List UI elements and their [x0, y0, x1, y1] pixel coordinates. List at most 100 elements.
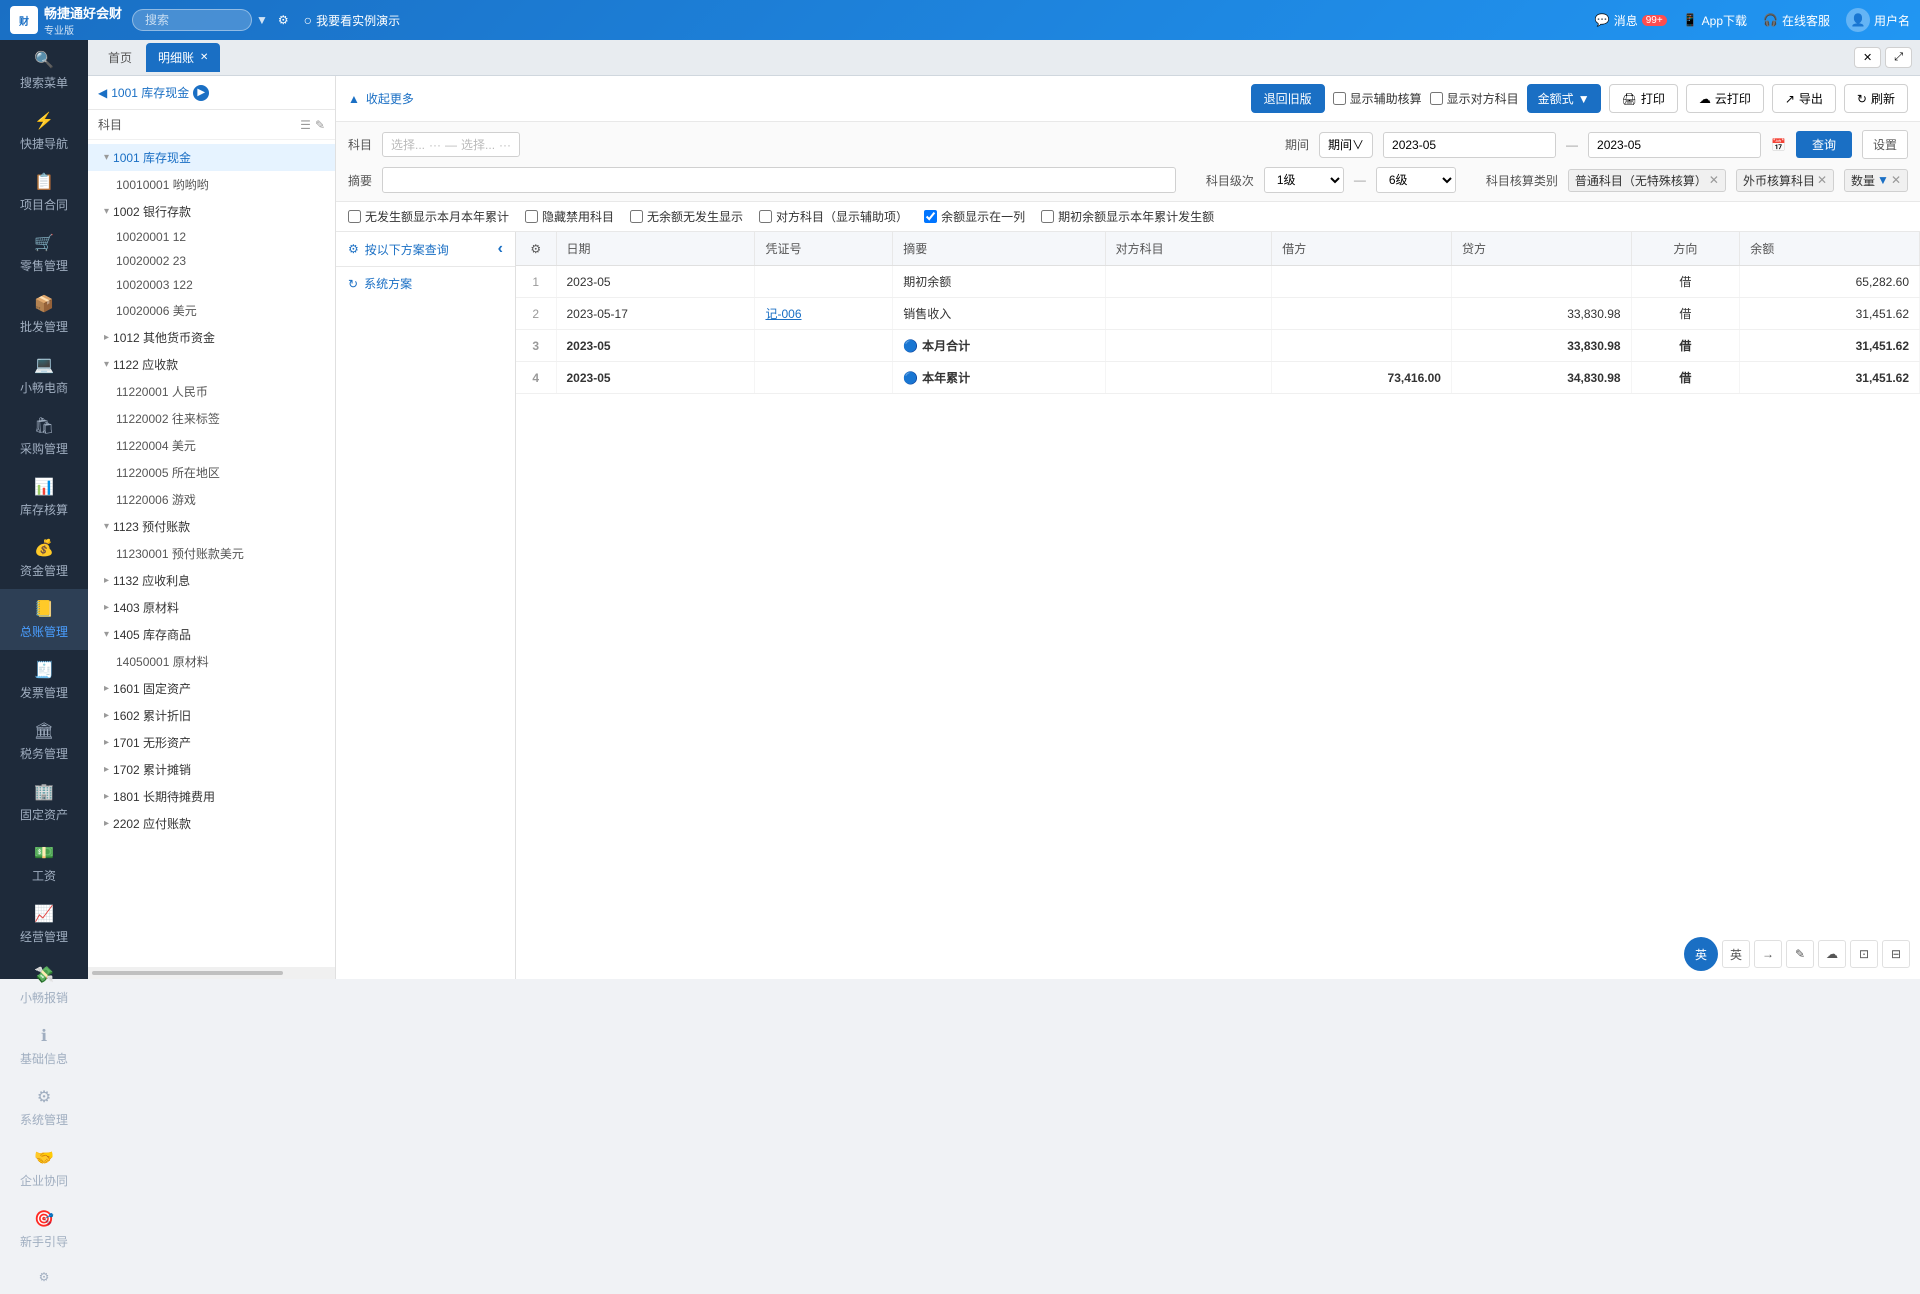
subject-input-field[interactable]: 选择... ··· — 选择... ··· [382, 132, 520, 157]
sidebar-item-operations[interactable]: 📈 经营管理 [0, 894, 88, 955]
tab-ledger-detail[interactable]: 明细账 ✕ [146, 43, 220, 72]
system-plan-item[interactable]: ↻ 系统方案 [336, 267, 515, 300]
grid-float-button[interactable]: ⊡ [1850, 940, 1878, 968]
chat-float-button[interactable]: 英 [1684, 937, 1718, 971]
period-calendar-icon[interactable]: 📅 [1771, 138, 1786, 152]
topbar-settings-icon[interactable]: ⚙ [278, 13, 289, 27]
sidebar-settings-button[interactable]: ⚙ [0, 1260, 88, 1294]
user-menu[interactable]: 👤 用户名 [1846, 8, 1910, 32]
summary-input[interactable] [382, 167, 1176, 193]
tree-item-1601[interactable]: ▸ 1601 固定资产 [88, 675, 335, 702]
tab-home[interactable]: 首页 [96, 43, 144, 72]
online-service-button[interactable]: 🎧 在线客服 [1763, 12, 1830, 29]
opposite-subject-checkbox[interactable]: 对方科目（显示辅助项） [759, 208, 908, 225]
cloud-float-button[interactable]: ☁ [1818, 940, 1846, 968]
tree-item-1405[interactable]: ▾ 1405 库存商品 [88, 621, 335, 648]
tree-item-10020001[interactable]: 10020001 12 [88, 225, 335, 249]
demo-link[interactable]: ○ 我要看实例演示 [304, 12, 400, 29]
tree-item-1122[interactable]: ▾ 1122 应收款 [88, 351, 335, 378]
list-view-icon[interactable]: ☰ [300, 118, 311, 132]
tree-item-11230001[interactable]: 11230001 预付账款美元 [88, 540, 335, 567]
search-dropdown-icon[interactable]: ▼ [256, 13, 268, 27]
quantity-dropdown-icon[interactable]: ▼ [1877, 173, 1889, 187]
sidebar-item-expense[interactable]: 💸 小畅报销 [0, 955, 88, 1016]
col-settings[interactable]: ⚙ [516, 232, 556, 266]
sidebar-item-inventory[interactable]: 📊 库存核算 [0, 467, 88, 528]
tree-item-1123[interactable]: ▾ 1123 预付账款 [88, 513, 335, 540]
tree-item-1403[interactable]: ▸ 1403 原材料 [88, 594, 335, 621]
tree-item-1132[interactable]: ▸ 1132 应收利息 [88, 567, 335, 594]
hide-disabled-checkbox[interactable]: 隐藏禁用科目 [525, 208, 614, 225]
tag-normal-subject[interactable]: 普通科目（无特殊核算） ✕ [1568, 169, 1726, 192]
no-balance-show-checkbox[interactable]: 无余额无发生显示 [630, 208, 743, 225]
account-nav-left-icon[interactable]: ◀ [98, 86, 107, 100]
sidebar-item-project[interactable]: 📋 项目合同 [0, 162, 88, 223]
search-button[interactable]: 查询 [1796, 131, 1852, 158]
app-download-button[interactable]: 📱 App下载 [1683, 12, 1747, 29]
period-end-input[interactable] [1588, 132, 1761, 158]
sidebar-item-salary[interactable]: 💵 工资 [0, 833, 88, 894]
cloud-print-button[interactable]: ☁ 云打印 [1686, 84, 1764, 113]
back-old-version-button[interactable]: 退回旧版 [1251, 84, 1325, 113]
export-button[interactable]: ↗ 导出 [1772, 84, 1836, 113]
tree-item-1001[interactable]: ▾ 1001 库存现金 [88, 144, 335, 171]
window-close-button[interactable]: ✕ [1854, 47, 1881, 68]
sidebar-item-finance[interactable]: 💰 资金管理 [0, 528, 88, 589]
sidebar-item-ecommerce[interactable]: 💻 小畅电商 [0, 345, 88, 406]
tree-item-1602[interactable]: ▸ 1602 累计折旧 [88, 702, 335, 729]
account-nav-right-icon[interactable]: ▶ [193, 85, 209, 101]
tree-item-11220005[interactable]: 11220005 所在地区 [88, 459, 335, 486]
tree-item-11220006[interactable]: 11220006 游戏 [88, 486, 335, 513]
show-aux-checkbox[interactable]: 显示辅助核算 [1333, 90, 1422, 107]
tab-close-icon[interactable]: ✕ [200, 52, 208, 63]
tree-item-1702[interactable]: ▸ 1702 累计摊销 [88, 756, 335, 783]
sidebar-item-cooperation[interactable]: 🤝 企业协同 [0, 1138, 88, 1199]
tree-item-10020003[interactable]: 10020003 122 [88, 273, 335, 297]
tree-item-14050001[interactable]: 14050001 原材料 [88, 648, 335, 675]
tree-item-1801[interactable]: ▸ 1801 长期待摊费用 [88, 783, 335, 810]
tree-item-2202[interactable]: ▸ 2202 应付账款 [88, 810, 335, 837]
expand-more-btn[interactable]: ▲ 收起更多 [348, 90, 414, 107]
sidebar-item-invoice[interactable]: 🧾 发票管理 [0, 650, 88, 711]
sidebar-item-system[interactable]: ⚙ 系统管理 [0, 1077, 88, 1138]
sidebar-item-tax[interactable]: 🏛 税务管理 [0, 711, 88, 772]
sidebar-item-wholesale[interactable]: 📦 批发管理 [0, 284, 88, 345]
tree-scrollbar[interactable] [88, 967, 335, 979]
sidebar-item-ledger[interactable]: 📒 总账管理 [0, 589, 88, 650]
sidebar-item-search[interactable]: 🔍 搜索菜单 [0, 40, 88, 101]
period-type-button[interactable]: 期间∨ [1319, 132, 1373, 158]
tree-item-1012[interactable]: ▸ 1012 其他货币资金 [88, 324, 335, 351]
tree-item-10020002[interactable]: 10020002 23 [88, 249, 335, 273]
edit-view-icon[interactable]: ✎ [315, 118, 325, 132]
sidebar-item-fixed-assets[interactable]: 🏢 固定资产 [0, 772, 88, 833]
period-start-input[interactable] [1383, 132, 1556, 158]
no-balance-checkbox[interactable]: 无发生额显示本月本年累计 [348, 208, 509, 225]
tag2-close-icon[interactable]: ✕ [1817, 173, 1827, 187]
filter-scheme-header[interactable]: ⚙ 按以下方案查询 ‹ [336, 232, 515, 267]
sidebar-item-purchase[interactable]: 🛍 采购管理 [0, 406, 88, 467]
tree-item-11220001[interactable]: 11220001 人民币 [88, 378, 335, 405]
settings-small-button[interactable]: 设置 [1862, 130, 1908, 159]
cell-voucher[interactable]: 记-006 [755, 298, 893, 330]
amount-type-button[interactable]: 金额式 ▼ [1527, 84, 1601, 113]
arrow-button[interactable]: → [1754, 940, 1782, 968]
tree-item-10020006[interactable]: 10020006 美元 [88, 297, 335, 324]
edit-float-button[interactable]: ✎ [1786, 940, 1814, 968]
translate-button[interactable]: 英 [1722, 940, 1750, 968]
minus-float-button[interactable]: ⊟ [1882, 940, 1910, 968]
sidebar-item-guide[interactable]: 🎯 新手引导 [0, 1199, 88, 1260]
tree-item-10010001[interactable]: 10010001 哟哟哟 [88, 171, 335, 198]
window-expand-button[interactable]: ⤢ [1885, 47, 1912, 68]
show-opposite-checkbox[interactable]: 显示对方科目 [1430, 90, 1519, 107]
subject-level-end-select[interactable]: 6级5级4级 [1376, 167, 1456, 193]
subject-level-start-select[interactable]: 1级2级3级 [1264, 167, 1344, 193]
tree-item-11220002[interactable]: 11220002 往来标签 [88, 405, 335, 432]
balance-one-column-checkbox[interactable]: 余额显示在一列 [924, 208, 1025, 225]
messages-button[interactable]: 💬 消息 99+ [1595, 12, 1667, 29]
tree-item-1002[interactable]: ▾ 1002 银行存款 [88, 198, 335, 225]
sidebar-item-quick-nav[interactable]: ⚡ 快捷导航 [0, 101, 88, 162]
print-button[interactable]: 🖨 打印 [1609, 84, 1678, 113]
voucher-link[interactable]: 记-006 [765, 307, 801, 321]
sidebar-item-retail[interactable]: 🛒 零售管理 [0, 223, 88, 284]
period-opening-checkbox[interactable]: 期初余额显示本年累计发生额 [1041, 208, 1214, 225]
